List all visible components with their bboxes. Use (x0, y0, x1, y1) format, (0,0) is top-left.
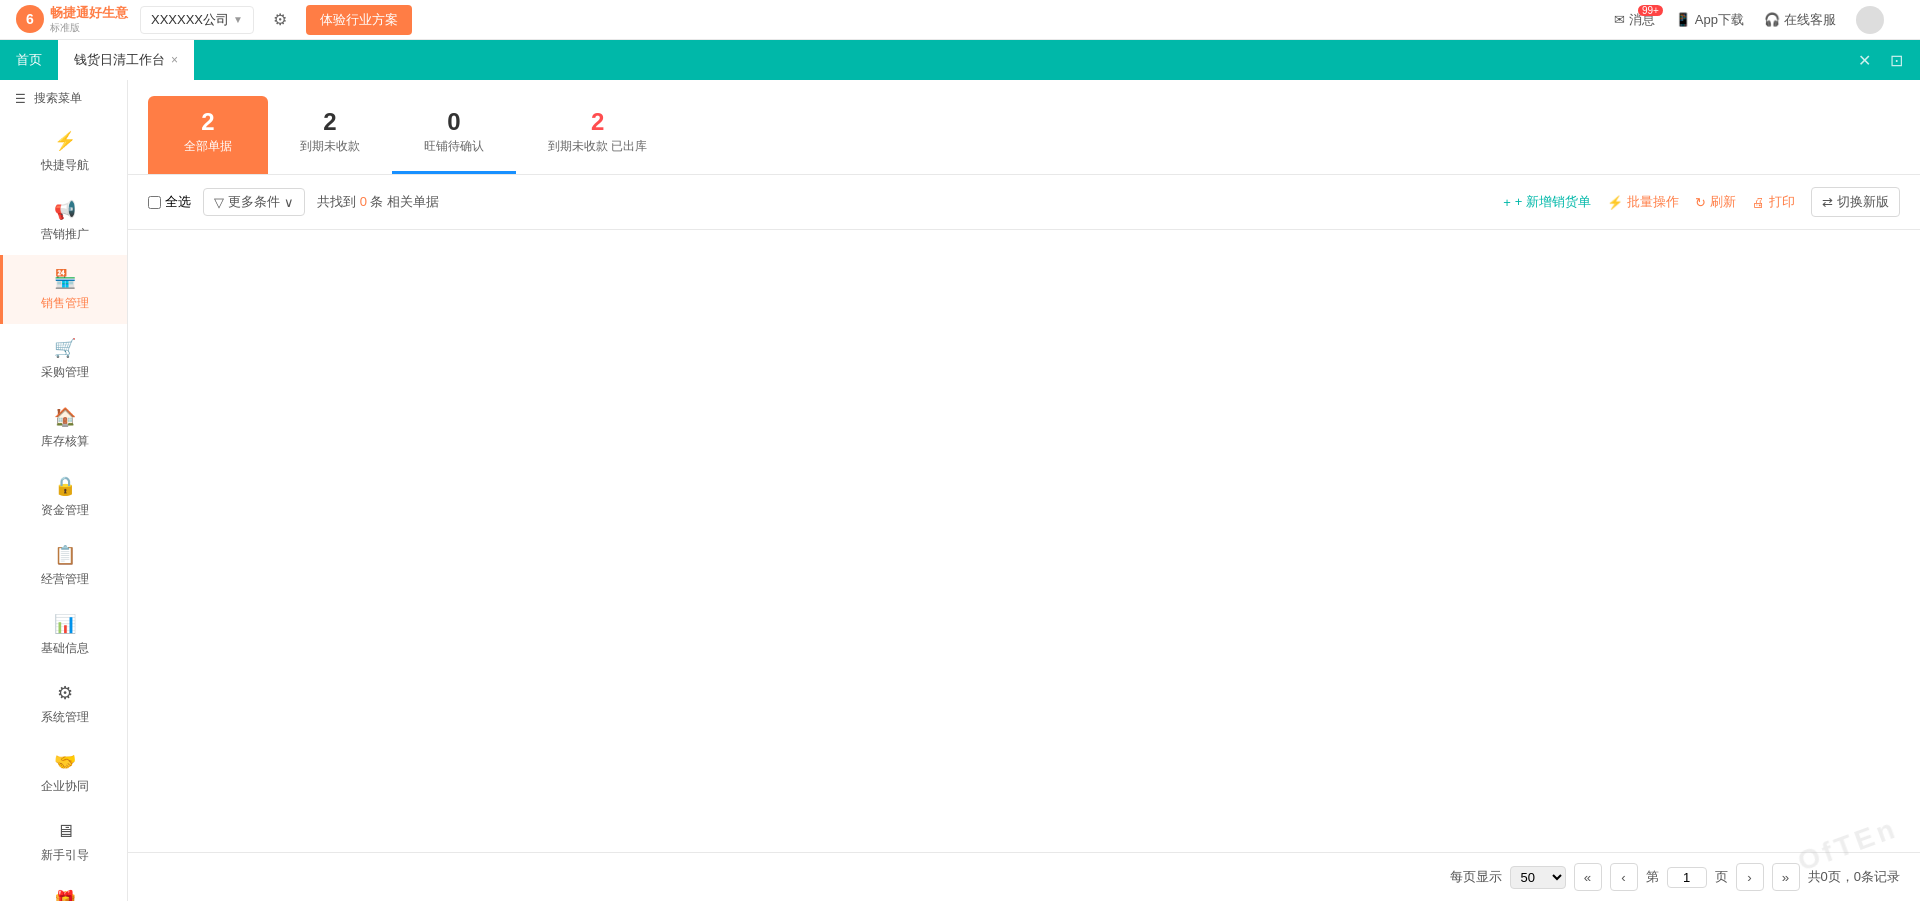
trial-button[interactable]: 体验行业方案 (306, 5, 412, 35)
header-left: 6 畅捷通好生意 标准版 XXXXXX公司 ▼ ⚙ 体验行业方案 (16, 5, 412, 35)
sidebar-item-app-center[interactable]: 🎁 应用中心 (0, 876, 127, 901)
tab-active[interactable]: 钱货日清工作台 × (58, 40, 194, 80)
last-page-button[interactable]: » (1772, 863, 1800, 891)
stat-card-all[interactable]: 2 全部单据 (148, 96, 268, 174)
settings-button[interactable]: ⚙ (266, 6, 294, 34)
system-icon: ⚙ (53, 681, 77, 705)
gear-icon: ⚙ (273, 10, 287, 29)
online-service-button[interactable]: 🎧 在线客服 (1764, 11, 1836, 29)
header-right: ✉ 消息 99+ 📱 App下载 🎧 在线客服 (1614, 6, 1904, 34)
avatar-image (1856, 6, 1884, 34)
checkbox-input[interactable] (148, 196, 161, 209)
chevron-down-icon: ▼ (233, 14, 243, 25)
app-center-icon: 🎁 (53, 888, 77, 901)
cooperation-icon: 🤝 (53, 750, 77, 774)
stats-cards: 2 全部单据 2 到期未收款 0 旺铺待确认 2 到期未收款 已出库 (148, 96, 1900, 174)
table-area (128, 230, 1920, 852)
prev-page-button[interactable]: ‹ (1610, 863, 1638, 891)
top-header: 6 畅捷通好生意 标准版 XXXXXX公司 ▼ ⚙ 体验行业方案 ✉ 消息 99… (0, 0, 1920, 40)
content-area: 2 全部单据 2 到期未收款 0 旺铺待确认 2 到期未收款 已出库 (128, 80, 1920, 901)
next-page-button[interactable]: › (1736, 863, 1764, 891)
company-selector[interactable]: XXXXXX公司 ▼ (140, 6, 254, 34)
sidebar-item-marketing[interactable]: 📢 营销推广 (0, 186, 127, 255)
inventory-icon: 🏠 (53, 405, 77, 429)
add-sales-order-button[interactable]: + + 新增销货单 (1503, 193, 1591, 211)
sidebar-item-inventory[interactable]: 🏠 库存核算 (0, 393, 127, 462)
download-icon: 📱 (1675, 12, 1691, 27)
plus-icon: + (1503, 195, 1511, 210)
stat-card-overdue[interactable]: 2 到期未收款 (268, 96, 392, 174)
page-number-input[interactable] (1667, 867, 1707, 888)
sidebar-search[interactable]: ☰ 搜索菜单 (0, 80, 127, 117)
message-icon: ✉ (1614, 12, 1625, 27)
tab-home[interactable]: 首页 (0, 40, 58, 80)
refresh-button[interactable]: ↻ 刷新 (1695, 193, 1736, 211)
chevron-down-icon: ∨ (284, 195, 294, 210)
sidebar-item-quick-nav[interactable]: ⚡ 快捷导航 (0, 117, 127, 186)
batch-operation-button[interactable]: ⚡ 批量操作 (1607, 193, 1679, 211)
logo-icon: 6 (16, 5, 44, 33)
filter-button[interactable]: ▽ 更多条件 ∨ (203, 188, 305, 216)
stat-card-pending[interactable]: 0 旺铺待确认 (392, 96, 516, 174)
toolbar-info: 共找到 0 条 相关单据 (317, 193, 439, 211)
stats-section: 2 全部单据 2 到期未收款 0 旺铺待确认 2 到期未收款 已出库 (128, 80, 1920, 175)
sidebar-item-guide[interactable]: 🖥 新手引导 (0, 807, 127, 876)
basic-info-icon: 📊 (53, 612, 77, 636)
logo-area: 6 畅捷通好生意 标准版 (16, 5, 128, 35)
tab-bar-actions: ✕ ⊡ (1852, 48, 1920, 72)
search-icon: ☰ (15, 92, 26, 106)
tab-bar: 首页 钱货日清工作台 × ✕ ⊡ (0, 40, 1920, 80)
print-button[interactable]: 🖨 打印 (1752, 193, 1795, 211)
stat-card-overdue-out[interactable]: 2 到期未收款 已出库 (516, 96, 679, 174)
quick-nav-icon: ⚡ (53, 129, 77, 153)
service-icon: 🎧 (1764, 12, 1780, 27)
capital-icon: 🔒 (53, 474, 77, 498)
sidebar-item-basic-info[interactable]: 📊 基础信息 (0, 600, 127, 669)
sidebar-item-cooperation[interactable]: 🤝 企业协同 (0, 738, 127, 807)
filter-icon: ▽ (214, 195, 224, 210)
app-download-button[interactable]: 📱 App下载 (1675, 11, 1744, 29)
switch-version-button[interactable]: ⇄ 切换新版 (1811, 187, 1900, 217)
toolbar: 全选 ▽ 更多条件 ∨ 共找到 0 条 相关单据 + + 新增销货单 ⚡ (128, 175, 1920, 230)
sidebar-item-capital[interactable]: 🔒 资金管理 (0, 462, 127, 531)
tab-minimize-button[interactable]: ✕ (1852, 48, 1876, 72)
toolbar-right: + + 新增销货单 ⚡ 批量操作 ↻ 刷新 🖨 打印 ⇄ 切换新版 (1503, 187, 1900, 217)
first-page-button[interactable]: « (1574, 863, 1602, 891)
marketing-icon: 📢 (53, 198, 77, 222)
operation-icon: 📋 (53, 543, 77, 567)
sidebar-item-operation[interactable]: 📋 经营管理 (0, 531, 127, 600)
purchase-icon: 🛒 (53, 336, 77, 360)
batch-icon: ⚡ (1607, 195, 1623, 210)
sidebar: ☰ 搜索菜单 ⚡ 快捷导航 📢 营销推广 🏪 销售管理 🛒 采购管理 🏠 库存核… (0, 80, 128, 901)
print-icon: 🖨 (1752, 195, 1765, 210)
logo-text: 畅捷通好生意 标准版 (50, 5, 128, 35)
refresh-icon: ↻ (1695, 195, 1706, 210)
pagination-bar: 每页显示 50 10 20 100 « ‹ 第 页 › » 共0页，0条记录 (128, 852, 1920, 901)
guide-icon: 🖥 (53, 819, 77, 843)
total-info: 共0页，0条记录 (1808, 868, 1900, 886)
page-size-select[interactable]: 50 10 20 100 (1510, 866, 1566, 889)
sidebar-item-system[interactable]: ⚙ 系统管理 (0, 669, 127, 738)
sidebar-item-sales[interactable]: 🏪 销售管理 (0, 255, 127, 324)
select-all-checkbox[interactable]: 全选 (148, 193, 191, 211)
tab-close-icon[interactable]: × (171, 53, 178, 67)
messages-button[interactable]: ✉ 消息 99+ (1614, 11, 1655, 29)
switch-icon: ⇄ (1822, 195, 1833, 210)
sidebar-item-purchase[interactable]: 🛒 采购管理 (0, 324, 127, 393)
user-avatar[interactable] (1856, 6, 1884, 34)
tab-maximize-button[interactable]: ⊡ (1884, 48, 1908, 72)
sales-icon: 🏪 (53, 267, 77, 291)
main-layout: ☰ 搜索菜单 ⚡ 快捷导航 📢 营销推广 🏪 销售管理 🛒 采购管理 🏠 库存核… (0, 80, 1920, 901)
messages-badge: 99+ (1638, 5, 1663, 16)
